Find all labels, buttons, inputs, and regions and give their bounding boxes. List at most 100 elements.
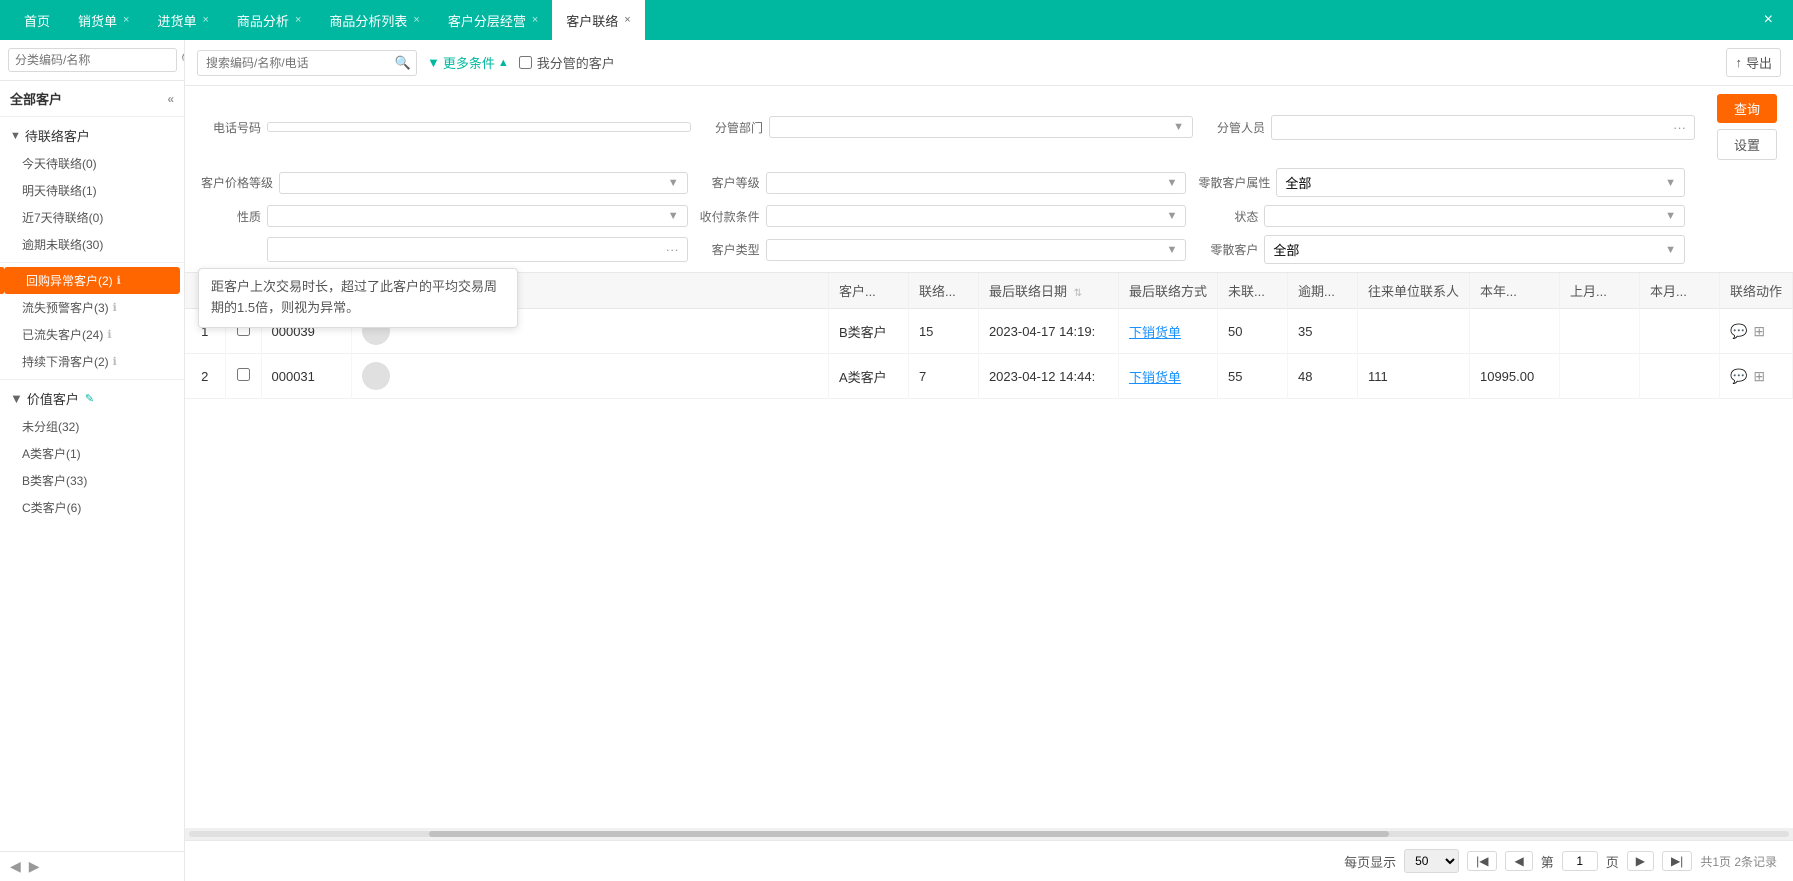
sidebar-item-class-b[interactable]: B类客户(33)	[0, 467, 184, 494]
filter-search-icon[interactable]: 🔍	[395, 55, 411, 71]
nav-customer-contact[interactable]: 客户联络 ×	[552, 0, 644, 40]
sidebar-item-today[interactable]: 今天待联络(0)	[0, 150, 184, 177]
sidebar-item-churned[interactable]: 已流失客户(24) ℹ	[0, 321, 184, 348]
page-size-select[interactable]: 50 100 200	[1404, 849, 1459, 873]
manager-label: 分管人员	[1205, 119, 1265, 136]
field-payment: 收付款条件 ▼	[700, 205, 1187, 227]
value-group-arrow: ▼	[10, 391, 23, 406]
lastway-link-2[interactable]: 下销货单	[1129, 370, 1181, 385]
manager-input[interactable]: ···	[1271, 115, 1695, 140]
last-page-btn[interactable]: ▶|	[1662, 851, 1692, 871]
cell-thismonth-2	[1639, 354, 1719, 399]
extra-ellipsis[interactable]: ···	[666, 242, 679, 257]
info-icon-2: ℹ	[113, 301, 117, 314]
total-info: 共1页 2条记录	[1700, 853, 1777, 870]
more-conditions-btn[interactable]: ▼ 更多条件 ▲	[427, 53, 509, 72]
nav-home[interactable]: 首页	[10, 0, 64, 40]
th-thisyear: 本年...	[1469, 273, 1559, 309]
table-area: ⚙ 客户编码 ⇅ 客户名称 ⇅	[185, 273, 1793, 828]
field-phone: 电话号码	[201, 119, 691, 136]
sidebar-collapse-icon[interactable]: «	[167, 92, 174, 106]
retail-attr-select[interactable]: 全部 ▼	[1276, 168, 1685, 197]
page-input[interactable]	[1562, 851, 1598, 871]
prev-page-btn[interactable]: ◀	[1505, 851, 1532, 871]
action-chat-icon-1[interactable]: 💬	[1730, 323, 1747, 340]
avatar-2	[362, 362, 390, 390]
customer-type-select[interactable]: ▼	[766, 239, 1187, 261]
sidebar-item-churn-warning[interactable]: 流失预警客户(3) ℹ	[0, 294, 184, 321]
price-grade-select[interactable]: ▼	[279, 172, 688, 194]
scroll-thumb[interactable]	[429, 831, 1389, 837]
retail-customer-label: 零散客户	[1198, 241, 1258, 258]
sidebar-item-tomorrow[interactable]: 明天待联络(1)	[0, 177, 184, 204]
payment-select[interactable]: ▼	[766, 205, 1187, 227]
horizontal-scrollbar[interactable]	[185, 828, 1793, 840]
customer-grade-select[interactable]: ▼	[766, 172, 1187, 194]
retail-customer-arrow: ▼	[1665, 244, 1676, 256]
close-purchase-icon[interactable]: ×	[202, 14, 208, 26]
dept-select[interactable]: ▼	[769, 116, 1193, 138]
top-nav: 首页 销货单 × 进货单 × 商品分析 × 商品分析列表 × 客户分层经营 × …	[0, 0, 1793, 40]
window-close-button[interactable]: ×	[1754, 11, 1783, 29]
close-sales-icon[interactable]: ×	[123, 14, 129, 26]
sidebar-item-7days[interactable]: 近7天待联络(0)	[0, 204, 184, 231]
nav-analysis-list[interactable]: 商品分析列表 ×	[315, 0, 433, 40]
field-customer-grade: 客户等级 ▼	[700, 172, 1187, 194]
cell-code-2: 000031	[261, 354, 351, 399]
extra-input[interactable]: ···	[267, 237, 688, 262]
export-button[interactable]: ↑ 导出	[1726, 48, 1781, 77]
cell-person-1	[1357, 309, 1469, 354]
sidebar-right-arrow[interactable]: ▶	[29, 858, 40, 875]
scroll-track[interactable]	[189, 831, 1789, 837]
customer-grade-label: 客户等级	[700, 174, 760, 191]
sidebar-item-repurchase-abnormal[interactable]: 回购异常客户(2) ℹ	[4, 267, 180, 294]
sidebar-item-declining[interactable]: 持续下滑客户(2) ℹ	[0, 348, 184, 375]
action-grid-icon-1[interactable]: ⊞	[1753, 323, 1765, 340]
sidebar-item-ungrouped[interactable]: 未分组(32)	[0, 413, 184, 440]
filter-search-input[interactable]	[197, 50, 417, 76]
group-waiting-contact[interactable]: ▼ 待联络客户	[0, 121, 184, 150]
sidebar-left-arrow[interactable]: ◀	[10, 858, 21, 875]
th-type: 客户...	[828, 273, 908, 309]
cell-type-1: B类客户	[828, 309, 908, 354]
phone-input[interactable]	[267, 122, 691, 132]
th-last-way: 最后联络方式	[1118, 273, 1217, 309]
lastway-link-1[interactable]: 下销货单	[1129, 325, 1181, 340]
status-select[interactable]: ▼	[1264, 205, 1685, 227]
dept-label: 分管部门	[703, 119, 763, 136]
next-page-btn[interactable]: ▶	[1627, 851, 1654, 871]
nav-purchase[interactable]: 进货单 ×	[143, 0, 222, 40]
close-analysis-list-icon[interactable]: ×	[413, 14, 419, 26]
retail-attr-label: 零散客户属性	[1198, 174, 1270, 191]
sidebar-item-class-c[interactable]: C类客户(6)	[0, 494, 184, 521]
close-customer-contact-icon[interactable]: ×	[624, 14, 630, 26]
field-nature: 性质 ▼	[201, 205, 688, 227]
my-customer-checkbox[interactable]	[519, 56, 532, 69]
manager-ellipsis[interactable]: ···	[1673, 120, 1686, 135]
nav-analysis[interactable]: 商品分析 ×	[223, 0, 315, 40]
nature-select[interactable]: ▼	[267, 205, 688, 227]
retail-attr-arrow: ▼	[1665, 177, 1676, 189]
setting-button[interactable]: 设置	[1717, 129, 1777, 160]
th-contact: 联络...	[908, 273, 978, 309]
nav-customer-layer[interactable]: 客户分层经营 ×	[434, 0, 552, 40]
nav-sales[interactable]: 销货单 ×	[64, 0, 143, 40]
action-chat-icon-2[interactable]: 💬	[1730, 368, 1747, 385]
sidebar-tree: ▼ 待联络客户 今天待联络(0) 明天待联络(1) 近7天待联络(0) 逾期未联…	[0, 117, 184, 851]
close-analysis-icon[interactable]: ×	[295, 14, 301, 26]
row-checkbox-2[interactable]	[237, 368, 250, 381]
sort-date-icon[interactable]: ⇅	[1074, 288, 1082, 299]
action-grid-icon-2[interactable]: ⊞	[1753, 368, 1765, 385]
first-page-btn[interactable]: |◀	[1467, 851, 1497, 871]
search-wrap: 🔍	[197, 50, 417, 76]
advanced-filter: 电话号码 分管部门 ▼ 分管人员 ···	[185, 86, 1793, 273]
sidebar-item-class-a[interactable]: A类客户(1)	[0, 440, 184, 467]
query-button[interactable]: 查询	[1717, 94, 1777, 123]
group-value-customer[interactable]: ▼ 价值客户 ✎	[0, 384, 184, 413]
price-grade-label: 客户价格等级	[201, 174, 273, 191]
retail-customer-select[interactable]: 全部 ▼	[1264, 235, 1685, 264]
edit-icon[interactable]: ✎	[85, 392, 94, 405]
close-customer-layer-icon[interactable]: ×	[532, 14, 538, 26]
sidebar-search-input[interactable]	[8, 48, 177, 72]
sidebar-item-overdue-contact[interactable]: 逾期未联络(30)	[0, 231, 184, 258]
